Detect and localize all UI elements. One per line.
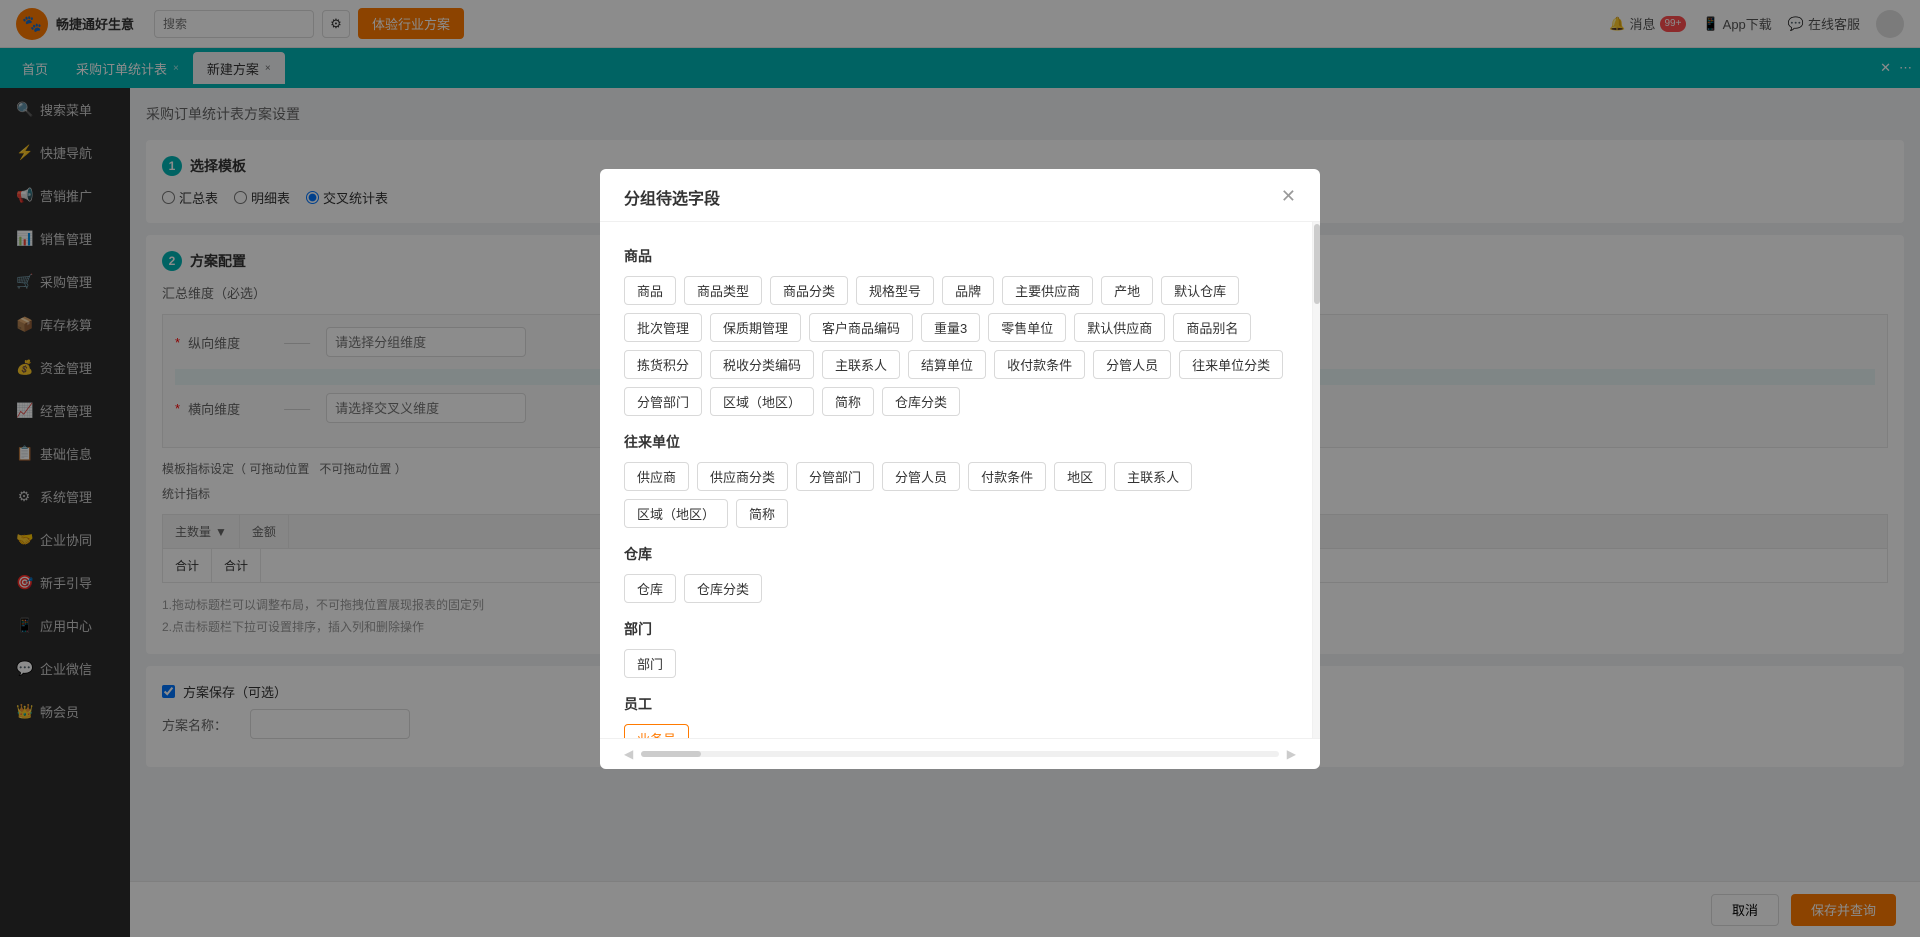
modal-header: 分组待选字段 ✕ [600, 169, 1320, 222]
modal-inner: 商品商品商品类型商品分类规格型号品牌主要供应商产地默认仓库批次管理保质期管理客户… [600, 222, 1320, 738]
field-tag[interactable]: 分管人员 [1093, 350, 1171, 379]
field-tag[interactable]: 供应商分类 [697, 462, 788, 491]
field-tag[interactable]: 零售单位 [988, 313, 1066, 342]
field-group-部门: 部门 [624, 649, 1288, 678]
field-tag[interactable]: 仓库 [624, 574, 676, 603]
scroll-thumb-h [641, 751, 701, 757]
field-tag[interactable]: 税收分类编码 [710, 350, 814, 379]
scroll-bar-h[interactable] [641, 751, 1279, 757]
field-tag[interactable]: 客户商品编码 [809, 313, 913, 342]
field-tag[interactable]: 规格型号 [856, 276, 934, 305]
field-tag[interactable]: 主联系人 [1114, 462, 1192, 491]
modal-footer-scroll: ◀ ▶ [600, 738, 1320, 769]
field-tag[interactable]: 分管部门 [796, 462, 874, 491]
modal-section-title-往来单位: 往来单位 [624, 432, 1288, 452]
modal-close-button[interactable]: ✕ [1281, 186, 1296, 207]
field-tag[interactable]: 默认仓库 [1161, 276, 1239, 305]
field-group-往来单位: 供应商供应商分类分管部门分管人员付款条件地区主联系人区域（地区） 简称 [624, 462, 1288, 528]
field-group-商品: 商品商品类型商品分类规格型号品牌主要供应商产地默认仓库批次管理保质期管理客户商品… [624, 276, 1288, 416]
field-group-仓库: 仓库仓库分类 [624, 574, 1288, 603]
field-tag[interactable]: 简称 [822, 387, 874, 416]
modal-section-title-部门: 部门 [624, 619, 1288, 639]
modal-section-title-员工: 员工 [624, 694, 1288, 714]
field-tag[interactable]: 收付款条件 [994, 350, 1085, 379]
field-tag[interactable]: 商品类型 [684, 276, 762, 305]
modal-overlay[interactable]: 分组待选字段 ✕ 商品商品商品类型商品分类规格型号品牌主要供应商产地默认仓库批次… [0, 0, 1920, 937]
field-tag[interactable]: 重量3 [921, 313, 980, 342]
field-tag[interactable]: 仓库分类 [882, 387, 960, 416]
field-tag[interactable]: 往来单位分类 [1179, 350, 1283, 379]
field-tag[interactable]: 批次管理 [624, 313, 702, 342]
field-tag[interactable]: 分管人员 [882, 462, 960, 491]
modal-scroll-v[interactable] [1312, 222, 1320, 738]
modal: 分组待选字段 ✕ 商品商品商品类型商品分类规格型号品牌主要供应商产地默认仓库批次… [600, 169, 1320, 769]
field-tag[interactable]: 业务员 [624, 724, 689, 738]
field-tag[interactable]: 默认供应商 [1074, 313, 1165, 342]
field-tag[interactable]: 区域（地区） [624, 499, 728, 528]
field-tag[interactable]: 商品分类 [770, 276, 848, 305]
field-tag[interactable]: 简称 [736, 499, 788, 528]
field-tag[interactable]: 拣货积分 [624, 350, 702, 379]
field-tag[interactable]: 分管部门 [624, 387, 702, 416]
field-tag[interactable]: 产地 [1101, 276, 1153, 305]
field-tag[interactable]: 部门 [624, 649, 676, 678]
field-tag[interactable]: 付款条件 [968, 462, 1046, 491]
field-tag[interactable]: 商品 [624, 276, 676, 305]
scroll-thumb-v [1314, 224, 1320, 304]
field-tag[interactable]: 地区 [1054, 462, 1106, 491]
field-tag[interactable]: 品牌 [942, 276, 994, 305]
modal-section-title-商品: 商品 [624, 246, 1288, 266]
field-tag[interactable]: 商品别名 [1173, 313, 1251, 342]
modal-body: 商品商品商品类型商品分类规格型号品牌主要供应商产地默认仓库批次管理保质期管理客户… [600, 222, 1312, 738]
field-group-员工: 业务员 [624, 724, 1288, 738]
field-tag[interactable]: 区域（地区） [710, 387, 814, 416]
field-tag[interactable]: 结算单位 [908, 350, 986, 379]
field-tag[interactable]: 供应商 [624, 462, 689, 491]
field-tag[interactable]: 主联系人 [822, 350, 900, 379]
modal-section-title-仓库: 仓库 [624, 544, 1288, 564]
scroll-left-icon[interactable]: ◀ [624, 747, 633, 761]
field-tag[interactable]: 保质期管理 [710, 313, 801, 342]
scroll-right-icon[interactable]: ▶ [1287, 747, 1296, 761]
field-tag[interactable]: 仓库分类 [684, 574, 762, 603]
modal-title: 分组待选字段 [624, 185, 720, 209]
field-tag[interactable]: 主要供应商 [1002, 276, 1093, 305]
